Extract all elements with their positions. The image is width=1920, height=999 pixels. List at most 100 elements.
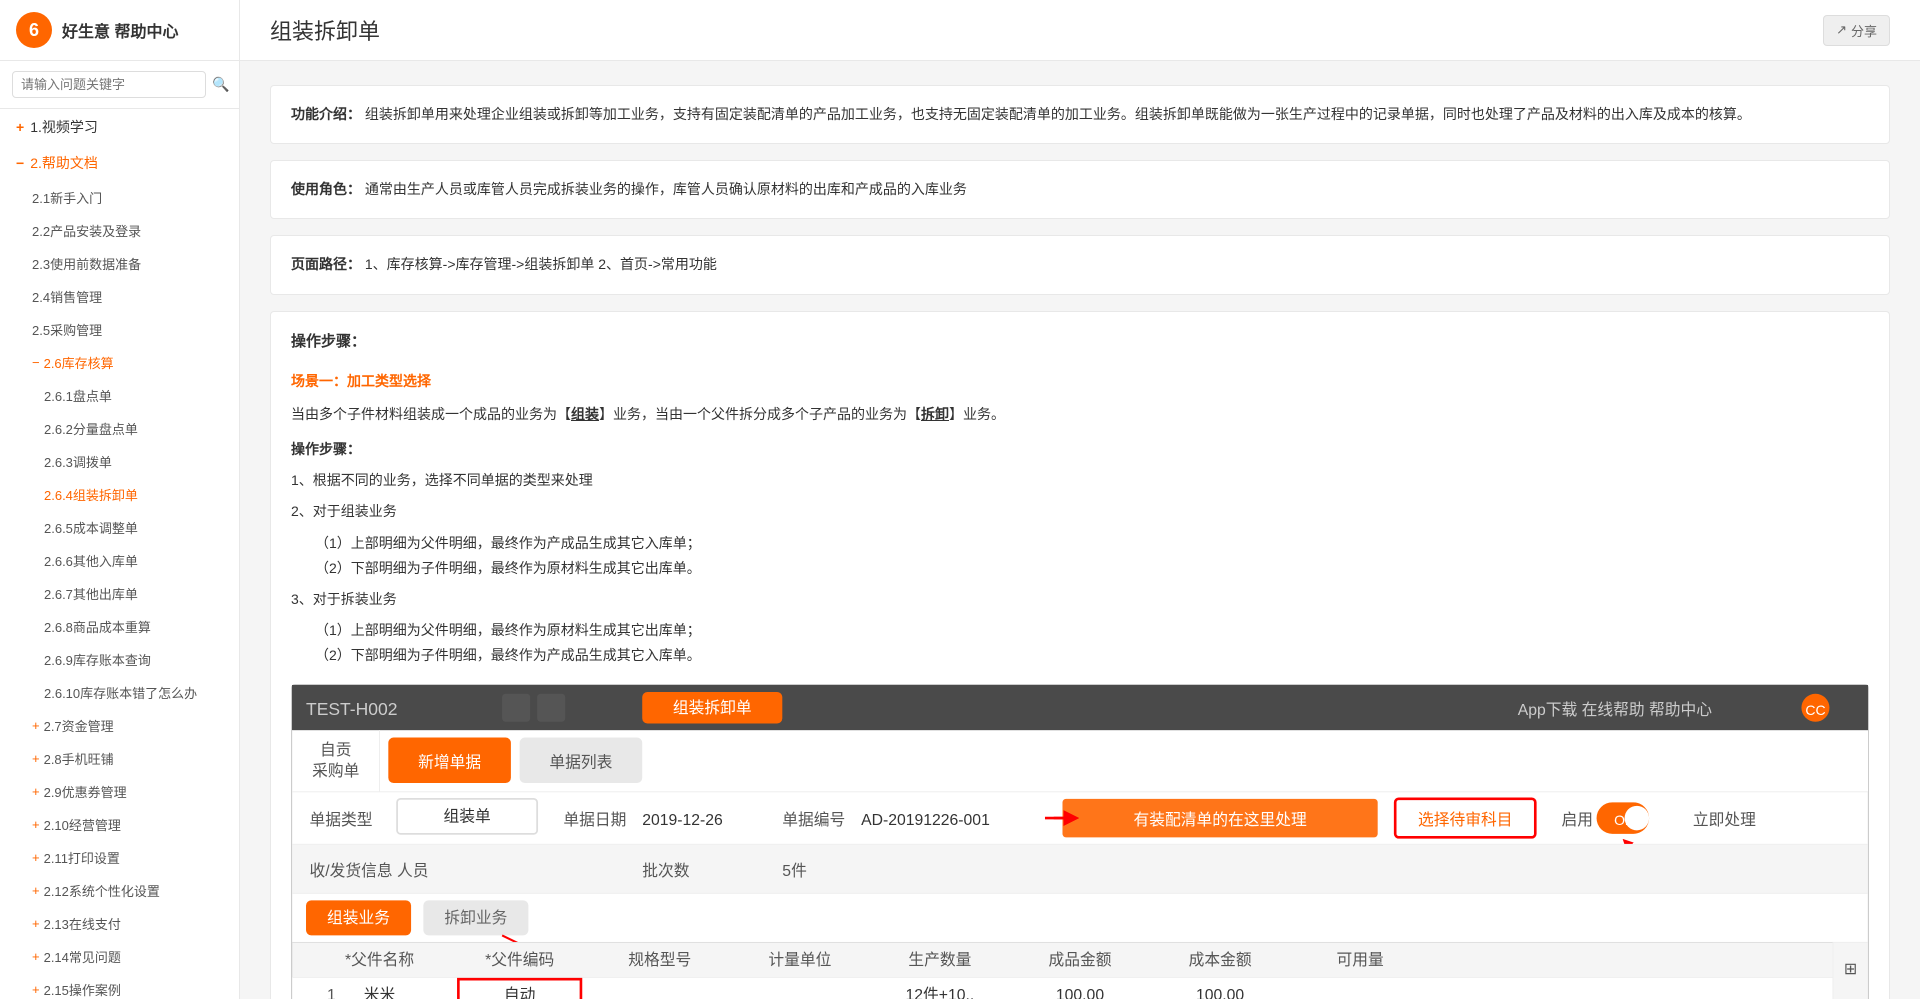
svg-text:组装拆卸单: 组装拆卸单: [673, 699, 752, 717]
svg-text:采购单: 采购单: [312, 762, 359, 780]
sidebar-item-label: 1.视频学习: [30, 117, 98, 137]
role-label: 使用角色：: [291, 181, 361, 197]
step2: 2、对于组装业务: [291, 499, 1869, 524]
step1: 1、根据不同的业务，选择不同单据的类型来处理: [291, 468, 1869, 493]
sidebar-item-partial-stocktake[interactable]: 2.6.2分量盘点单: [0, 412, 239, 445]
share-button[interactable]: ↗ 分享: [1823, 15, 1890, 46]
search-input[interactable]: [12, 71, 206, 98]
step3-sub1: （1）上部明细为父件明细，最终作为原材料生成其它出库单；: [315, 618, 1869, 643]
collapse-icon: −: [16, 155, 24, 171]
sidebar-item-cost-recalc[interactable]: 2.6.8商品成本重算: [0, 610, 239, 643]
svg-text:有装配清单的在这里处理: 有装配清单的在这里处理: [1133, 812, 1306, 830]
sidebar-item-mobile[interactable]: + 2.8手机旺铺: [0, 742, 239, 775]
svg-text:5件: 5件: [782, 862, 807, 880]
sidebar-item-inventory[interactable]: − 2.6库存核算: [0, 346, 239, 379]
svg-text:米米: 米米: [364, 987, 396, 999]
svg-text:成本金额: 成本金额: [1189, 952, 1252, 970]
svg-text:单据类型: 单据类型: [310, 812, 373, 830]
sidebar-item-online-pay[interactable]: + 2.13在线支付: [0, 907, 239, 940]
sidebar-item-beginner[interactable]: 2.1新手入门: [0, 181, 239, 214]
svg-text:App下载 在线帮助 帮助中心: App下载 在线帮助 帮助中心: [1518, 701, 1713, 719]
sidebar-item-cases[interactable]: + 2.15操作案例: [0, 973, 239, 999]
sidebar-item-stocktake[interactable]: 2.6.1盘点单: [0, 379, 239, 412]
intro-block: 功能介绍： 组装拆卸单用来处理企业组装或拆卸等加工业务，支持有固定装配清单的产品…: [270, 85, 1890, 144]
sidebar-item-purchase[interactable]: 2.5采购管理: [0, 313, 239, 346]
ops-title: 操作步骤：: [291, 328, 1869, 355]
op-steps-label: 操作步骤：: [291, 437, 1869, 462]
main-content: 组装拆卸单 ↗ 分享 功能介绍： 组装拆卸单用来处理企业组装或拆卸等加工业务，支…: [240, 0, 1920, 999]
sidebar-item-sales[interactable]: 2.4销售管理: [0, 280, 239, 313]
step2-sub2: （2）下部明细为子件明细，最终作为原材料生成其它出库单。: [315, 556, 1869, 581]
sidebar-item-cost-adjust[interactable]: 2.6.5成本调整单: [0, 511, 239, 544]
svg-text:批次数: 批次数: [642, 862, 689, 880]
svg-text:组装业务: 组装业务: [327, 910, 390, 928]
svg-text:拆卸业务: 拆卸业务: [444, 910, 507, 928]
svg-text:12件+10..: 12件+10..: [906, 987, 975, 999]
sidebar-item-other-inbound[interactable]: 2.6.6其他入库单: [0, 544, 239, 577]
svg-text:选择待审科目: 选择待审科目: [1418, 812, 1513, 830]
svg-text:组装单: 组装单: [443, 808, 490, 826]
svg-text:AD-20191226-001: AD-20191226-001: [861, 813, 990, 830]
svg-text:规格型号: 规格型号: [628, 952, 691, 970]
logo-icon: 6: [16, 12, 52, 48]
scene1-desc: 当由多个子件材料组装成一个成品的业务为【组装】业务，当由一个父件拆分成多个子产品…: [291, 402, 1869, 427]
sidebar-item-ledger-query[interactable]: 2.6.9库存账本查询: [0, 643, 239, 676]
sidebar-item-coupon[interactable]: + 2.9优惠券管理: [0, 775, 239, 808]
share-label: 分享: [1851, 21, 1877, 40]
role-block: 使用角色： 通常由生产人员或库管人员完成拆装业务的操作，库管人员确认原材料的出库…: [270, 160, 1890, 219]
sidebar-header: 6 好生意 帮助中心: [0, 0, 239, 61]
sidebar-item-print[interactable]: + 2.11打印设置: [0, 841, 239, 874]
sidebar-item-finance[interactable]: + 2.7资金管理: [0, 709, 239, 742]
sidebar-item-video[interactable]: + 1.视频学习: [0, 109, 239, 145]
svg-text:计量单位: 计量单位: [768, 952, 831, 970]
search-box: 🔍: [0, 61, 239, 109]
sidebar-item-data-prep[interactable]: 2.3使用前数据准备: [0, 247, 239, 280]
path-text: 1、库存核算->库存管理->组装拆卸单 2、首页->常用功能: [365, 256, 717, 272]
sidebar-item-ledger-fix[interactable]: 2.6.10库存账本错了怎么办: [0, 676, 239, 709]
svg-text:生产数量: 生产数量: [908, 952, 971, 970]
sidebar-item-other-outbound[interactable]: 2.6.7其他出库单: [0, 577, 239, 610]
page-title: 组装拆卸单: [270, 14, 380, 46]
search-icon[interactable]: 🔍: [212, 76, 229, 93]
svg-text:自动: 自动: [504, 987, 536, 999]
svg-text:2019-12-26: 2019-12-26: [642, 813, 723, 830]
role-text: 通常由生产人员或库管人员完成拆装业务的操作，库管人员确认原材料的出库和产成品的入…: [365, 181, 967, 197]
svg-text:On: On: [1614, 813, 1633, 829]
expand-icon: +: [16, 119, 24, 135]
svg-text:自贡: 自贡: [320, 741, 352, 759]
svg-text:新增单据: 新增单据: [418, 754, 481, 772]
sidebar-nav: + 1.视频学习 − 2.帮助文档 2.1新手入门 2.2产品安装及登录 2.3…: [0, 109, 239, 999]
svg-text:单据编号: 单据编号: [782, 812, 845, 830]
svg-text:可用量: 可用量: [1337, 953, 1384, 970]
svg-text:单据列表: 单据列表: [549, 754, 612, 772]
svg-text:单据日期: 单据日期: [563, 812, 626, 830]
sidebar-item-install[interactable]: 2.2产品安装及登录: [0, 214, 239, 247]
svg-text:1: 1: [327, 988, 336, 999]
sidebar-item-transfer[interactable]: 2.6.3调拨单: [0, 445, 239, 478]
step2-sub1: （1）上部明细为父件明细，最终作为产成品生成其它入库单；: [315, 531, 1869, 556]
sidebar-item-faq[interactable]: + 2.14常见问题: [0, 940, 239, 973]
operations-block: 操作步骤： 场景一：加工类型选择 当由多个子件材料组装成一个成品的业务为【组装】…: [270, 311, 1890, 999]
share-icon: ↗: [1836, 22, 1847, 38]
scene1-title: 场景一：加工类型选择: [291, 369, 1869, 394]
intro-text: 组装拆卸单用来处理企业组装或拆卸等加工业务，支持有固定装配清单的产品加工业务，也…: [365, 106, 1751, 122]
screenshot-image: TEST-H002 组装拆卸单 App下载 在线帮助 帮助中心 CC 自贡: [292, 685, 1868, 999]
svg-text:*父件编码: *父件编码: [485, 952, 554, 970]
sidebar-item-docs[interactable]: − 2.帮助文档: [0, 145, 239, 181]
sidebar-item-assembly[interactable]: 2.6.4组装拆卸单: [0, 478, 239, 511]
app-title: 好生意 帮助中心: [62, 18, 178, 42]
svg-text:TEST-H002: TEST-H002: [306, 699, 397, 719]
svg-text:收/发货信息 人员: 收/发货信息 人员: [310, 862, 429, 880]
svg-text:启用: 启用: [1562, 812, 1594, 830]
screenshot-container: TEST-H002 组装拆卸单 App下载 在线帮助 帮助中心 CC 自贡: [291, 684, 1869, 999]
svg-text:立即处理: 立即处理: [1693, 812, 1756, 830]
minus-icon: −: [32, 355, 40, 370]
sidebar-item-operations[interactable]: + 2.10经营管理: [0, 808, 239, 841]
step3-sub2: （2）下部明细为子件明细，最终作为产成品生成其它入库单。: [315, 643, 1869, 668]
svg-text:成品金额: 成品金额: [1049, 952, 1112, 970]
svg-text:*父件名称: *父件名称: [345, 952, 414, 970]
step3: 3、对于拆装业务: [291, 587, 1869, 612]
sidebar-item-personalize[interactable]: + 2.12系统个性化设置: [0, 874, 239, 907]
intro-label: 功能介绍：: [291, 106, 361, 122]
svg-text:⊞: ⊞: [1844, 961, 1857, 978]
